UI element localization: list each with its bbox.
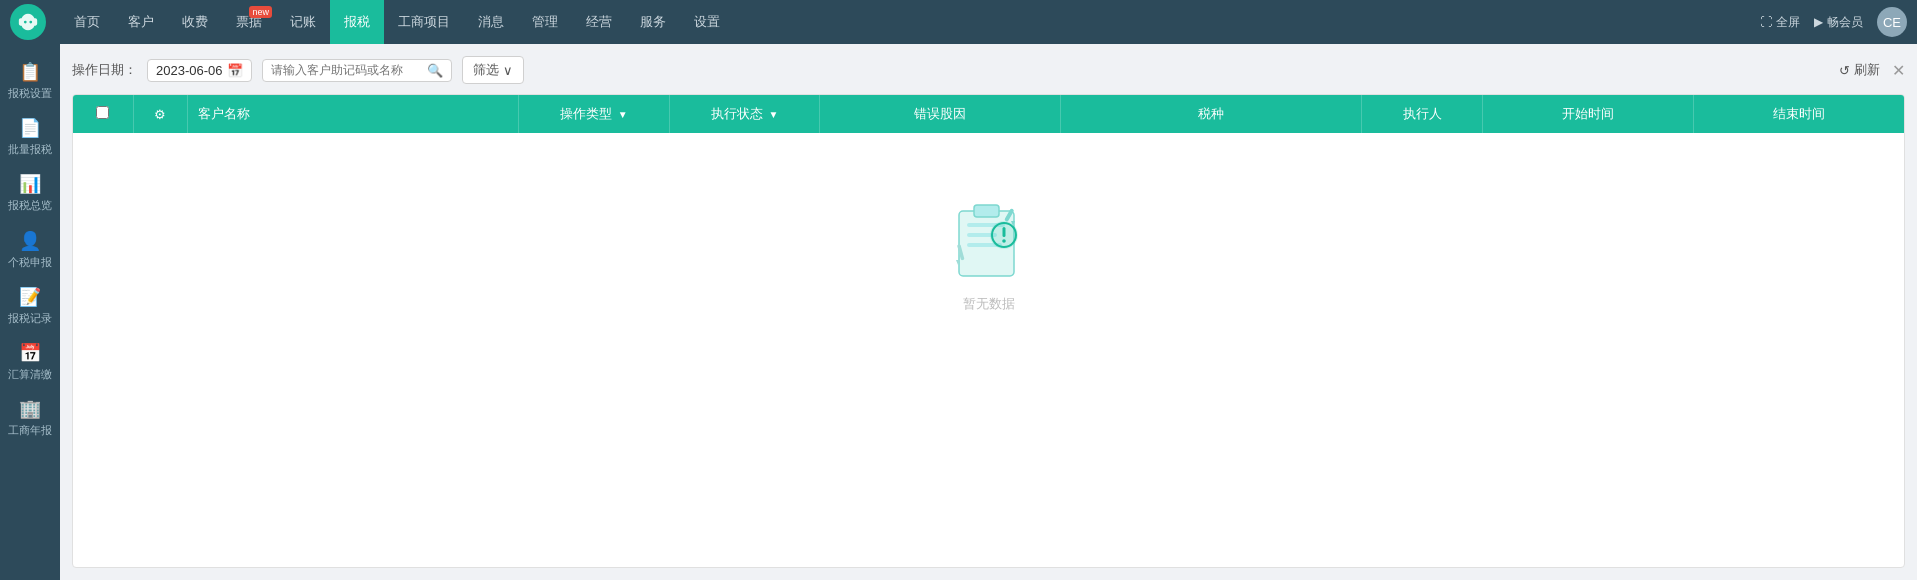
toolbar-right: ↺ 刷新 ✕ <box>1839 61 1905 80</box>
data-table-container: ⚙ 客户名称 操作类型 ▼ 执行状态 ▼ 错误股因 税种 执行人 开始时间 结束… <box>72 94 1905 568</box>
sidebar-icon-4: 📝 <box>18 285 42 309</box>
refresh-icon: ↺ <box>1839 63 1850 78</box>
empty-text: 暂无数据 <box>963 295 1015 313</box>
avatar[interactable]: CE <box>1877 7 1907 37</box>
nav-item-消息[interactable]: 消息 <box>464 0 518 44</box>
filter-label: 筛选 <box>473 61 499 79</box>
exec-status-header: 执行状态 ▼ <box>669 95 820 133</box>
sort-icon: ▼ <box>768 109 778 120</box>
sidebar-label-4: 报税记录 <box>8 312 52 325</box>
nav-item-经营[interactable]: 经营 <box>572 0 626 44</box>
svg-point-1 <box>29 21 32 24</box>
customer-name-header: 客户名称 <box>187 95 518 133</box>
svg-point-10 <box>1002 239 1006 243</box>
settings-header: ⚙ <box>133 95 187 133</box>
sidebar-item-0[interactable]: 📋 报税设置 <box>0 52 60 108</box>
error-reason-header: 错误股因 <box>820 95 1061 133</box>
nav-item-设置[interactable]: 设置 <box>680 0 734 44</box>
sidebar-item-4[interactable]: 📝 报税记录 <box>0 277 60 333</box>
empty-illustration <box>949 193 1029 283</box>
refresh-label: 刷新 <box>1854 61 1880 79</box>
video-icon: ▶ <box>1814 15 1823 29</box>
filter-button[interactable]: 筛选 ∨ <box>462 56 524 84</box>
tax-type-header: 税种 <box>1061 95 1362 133</box>
sidebar-icon-6: 🏢 <box>18 397 42 421</box>
svg-rect-9 <box>1002 227 1005 237</box>
fullscreen-label: 全屏 <box>1776 14 1800 31</box>
nav-item-工商项目[interactable]: 工商项目 <box>384 0 464 44</box>
end-time-header: 结束时间 <box>1693 95 1904 133</box>
sidebar-label-3: 个税申报 <box>8 256 52 269</box>
sidebar-icon-3: 👤 <box>18 229 42 253</box>
nav-items: 首页客户收费票据new记账报税工商项目消息管理经营服务设置 <box>60 0 1760 44</box>
calendar-icon: 📅 <box>227 63 243 78</box>
date-picker[interactable]: 2023-06-06 📅 <box>147 59 252 82</box>
top-navigation: 首页客户收费票据new记账报税工商项目消息管理经营服务设置 ⛶ 全屏 ▶ 畅会员… <box>0 0 1917 44</box>
chevron-down-icon: ∨ <box>503 63 513 78</box>
operation-type-header: 操作类型 ▼ <box>519 95 670 133</box>
sidebar-item-6[interactable]: 🏢 工商年报 <box>0 389 60 445</box>
main-layout: 📋 报税设置 📄 批量报税 📊 报税总览 👤 个税申报 📝 报税记录 📅 汇算清… <box>0 44 1917 580</box>
member-label: 畅会员 <box>1827 14 1863 31</box>
sidebar-item-3[interactable]: 👤 个税申报 <box>0 221 60 277</box>
svg-point-0 <box>24 21 27 24</box>
select-all-header <box>73 95 133 133</box>
date-value: 2023-06-06 <box>156 63 223 78</box>
sidebar-icon-5: 📅 <box>18 341 42 365</box>
nav-item-票据[interactable]: 票据new <box>222 0 276 44</box>
search-input[interactable] <box>271 63 421 77</box>
nav-badge: new <box>249 6 272 18</box>
nav-item-服务[interactable]: 服务 <box>626 0 680 44</box>
date-label: 操作日期： <box>72 61 137 79</box>
sidebar-label-5: 汇算清缴 <box>8 368 52 381</box>
select-all-checkbox[interactable] <box>96 106 109 119</box>
close-button[interactable]: ✕ <box>1892 61 1905 80</box>
main-content: 操作日期： 2023-06-06 📅 🔍 筛选 ∨ ↺ 刷新 ✕ <box>60 44 1917 580</box>
nav-item-记账[interactable]: 记账 <box>276 0 330 44</box>
nav-item-报税[interactable]: 报税 <box>330 0 384 44</box>
nav-item-客户[interactable]: 客户 <box>114 0 168 44</box>
nav-item-管理[interactable]: 管理 <box>518 0 572 44</box>
refresh-button[interactable]: ↺ 刷新 <box>1839 61 1880 79</box>
search-box: 🔍 <box>262 59 452 82</box>
sidebar-label-1: 批量报税 <box>8 143 52 156</box>
start-time-header: 开始时间 <box>1482 95 1693 133</box>
sidebar-label-6: 工商年报 <box>8 424 52 437</box>
settings-icon[interactable]: ⚙ <box>154 107 166 122</box>
sidebar-icon-2: 📊 <box>18 172 42 196</box>
sidebar: 📋 报税设置 📄 批量报税 📊 报税总览 👤 个税申报 📝 报税记录 📅 汇算清… <box>0 44 60 580</box>
executor-header: 执行人 <box>1362 95 1482 133</box>
empty-state: 暂无数据 <box>73 133 1904 373</box>
nav-item-收费[interactable]: 收费 <box>168 0 222 44</box>
fullscreen-icon: ⛶ <box>1760 15 1772 29</box>
sidebar-label-2: 报税总览 <box>8 199 52 212</box>
toolbar: 操作日期： 2023-06-06 📅 🔍 筛选 ∨ ↺ 刷新 ✕ <box>72 56 1905 84</box>
svg-rect-3 <box>974 205 999 217</box>
nav-right: ⛶ 全屏 ▶ 畅会员 CE <box>1760 7 1907 37</box>
sidebar-icon-1: 📄 <box>18 116 42 140</box>
app-logo[interactable] <box>10 4 46 40</box>
member-button[interactable]: ▶ 畅会员 <box>1814 14 1863 31</box>
nav-item-首页[interactable]: 首页 <box>60 0 114 44</box>
sidebar-item-2[interactable]: 📊 报税总览 <box>0 164 60 220</box>
table-header: ⚙ 客户名称 操作类型 ▼ 执行状态 ▼ 错误股因 税种 执行人 开始时间 结束… <box>73 95 1904 133</box>
sidebar-item-5[interactable]: 📅 汇算清缴 <box>0 333 60 389</box>
table-body: 暂无数据 <box>73 133 1904 373</box>
sidebar-item-1[interactable]: 📄 批量报税 <box>0 108 60 164</box>
sidebar-label-0: 报税设置 <box>8 87 52 100</box>
fullscreen-button[interactable]: ⛶ 全屏 <box>1760 14 1800 31</box>
sort-icon: ▼ <box>618 109 628 120</box>
search-icon: 🔍 <box>427 63 443 78</box>
sidebar-icon-0: 📋 <box>18 60 42 84</box>
data-table: ⚙ 客户名称 操作类型 ▼ 执行状态 ▼ 错误股因 税种 执行人 开始时间 结束… <box>73 95 1904 373</box>
